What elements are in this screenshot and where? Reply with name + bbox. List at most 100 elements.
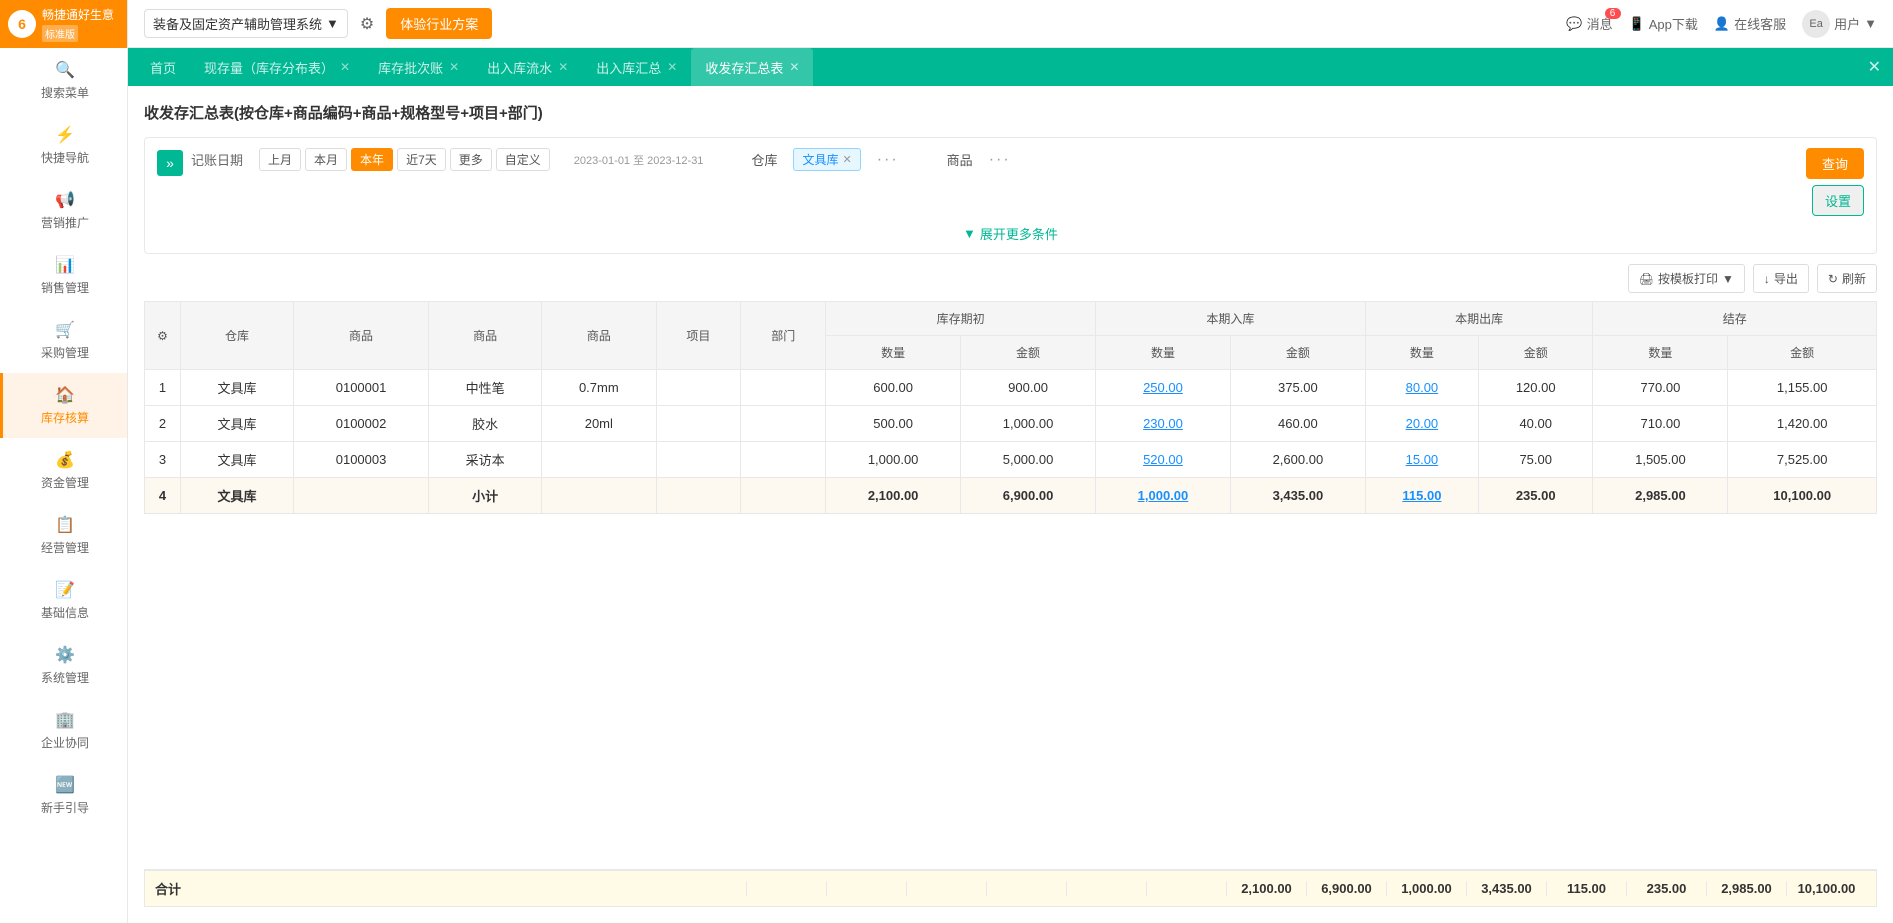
app-download-item[interactable]: 📱 App下载 (1629, 14, 1698, 33)
warehouse-tag[interactable]: 文具库 ✕ (793, 148, 860, 171)
row2-out-qty[interactable]: 20.00 (1365, 406, 1478, 442)
row3-warehouse: 文具库 (181, 442, 294, 478)
system-selector[interactable]: 装备及固定资产辅助管理系统 ▼ (144, 9, 348, 38)
sidebar-item-enterprise[interactable]: 🏢 企业协同 (0, 698, 127, 763)
date-btn-7days[interactable]: 近7天 (397, 148, 446, 171)
row1-in-qty[interactable]: 250.00 (1096, 370, 1231, 406)
tab-summary-close[interactable]: ✕ (667, 60, 677, 74)
col-project-header: 项目 (656, 302, 741, 370)
sidebar-item-marketing[interactable]: 📢 营销推广 (0, 178, 127, 243)
row2-init-amt: 1,000.00 (961, 406, 1096, 442)
marketing-icon: 📢 (55, 190, 75, 210)
warehouse-label: 仓库 (751, 150, 777, 169)
date-buttons: 上月 本月 本年 近7天 更多 自定义 (259, 148, 550, 171)
logo-text: 畅捷通好生意 (42, 6, 114, 23)
close-all-tabs[interactable]: ✕ (1864, 53, 1885, 81)
settings-button[interactable]: 设置 (1812, 185, 1864, 216)
row3-out-qty[interactable]: 15.00 (1365, 442, 1478, 478)
tab-inventory-dist-label: 现存量（库存分布表） (204, 58, 334, 77)
sidebar-item-quick[interactable]: ⚡ 快捷导航 (0, 113, 127, 178)
tab-flow-close[interactable]: ✕ (558, 60, 568, 74)
row1-dept (741, 370, 826, 406)
date-btn-last-month[interactable]: 上月 (259, 148, 301, 171)
table-body: 1 文具库 0100001 中性笔 0.7mm 600.00 900.00 25… (145, 370, 1877, 514)
warehouse-more-btn[interactable]: ··· (877, 151, 899, 169)
tab-flow[interactable]: 出入库流水 ✕ (473, 48, 582, 86)
total-out-qty: 115.00 (1546, 881, 1626, 896)
date-btn-this-month[interactable]: 本月 (305, 148, 347, 171)
print-btn[interactable]: 🖨 按模板打印 ▼ (1628, 264, 1745, 293)
online-service-item[interactable]: 👤 在线客服 (1714, 14, 1786, 33)
row3-dept (741, 442, 826, 478)
row1-bal-qty: 770.00 (1593, 370, 1728, 406)
row1-index: 1 (145, 370, 181, 406)
sidebar-item-basic[interactable]: 📝 基础信息 (0, 568, 127, 633)
subtotal-row: 4 文具库 小计 2,100.00 6,900.00 1,000.00 3,43… (145, 478, 1877, 514)
tab-batch-close[interactable]: ✕ (449, 60, 459, 74)
header-right: 💬 消息 6 📱 App下载 👤 在线客服 Ea 用户 ▼ (1566, 10, 1877, 38)
row1-out-amt: 120.00 (1478, 370, 1592, 406)
sidebar: 6 畅捷通好生意 标准版 🔍 搜索菜单 ⚡ 快捷导航 📢 营销推广 📊 销售管理… (0, 0, 128, 923)
row2-in-qty[interactable]: 230.00 (1096, 406, 1231, 442)
sidebar-item-system[interactable]: ⚙️ 系统管理 (0, 633, 127, 698)
tab-summary[interactable]: 出入库汇总 ✕ (582, 48, 691, 86)
expand-more-btn[interactable]: ▼ 展开更多条件 (963, 224, 1058, 243)
row1-out-qty[interactable]: 80.00 (1365, 370, 1478, 406)
tab-inventory-dist[interactable]: 现存量（库存分布表） ✕ (190, 48, 364, 86)
sidebar-item-guide[interactable]: 🆕 新手引导 (0, 763, 127, 828)
tab-recv-send[interactable]: 收发存汇总表 ✕ (691, 48, 813, 86)
message-item[interactable]: 💬 消息 6 (1566, 14, 1612, 33)
tab-home[interactable]: 首页 (136, 48, 190, 86)
sidebar-item-purchase[interactable]: 🛒 采购管理 (0, 308, 127, 373)
sidebar-item-finance[interactable]: 💰 资金管理 (0, 438, 127, 503)
date-btn-this-year[interactable]: 本年 (351, 148, 393, 171)
col-spec-header: 商品 (542, 302, 656, 370)
settings-icon[interactable]: ⚙ (360, 14, 374, 34)
product-more-btn[interactable]: ··· (989, 151, 1011, 169)
date-btn-custom[interactable]: 自定义 (496, 148, 550, 171)
subtotal-in-qty[interactable]: 1,000.00 (1096, 478, 1231, 514)
date-btn-more[interactable]: 更多 (450, 148, 492, 171)
product-label: 商品 (947, 150, 973, 169)
sidebar-label-sales: 销售管理 (41, 279, 89, 296)
row3-in-amt: 2,600.00 (1230, 442, 1365, 478)
row3-index: 3 (145, 442, 181, 478)
subtotal-out-qty[interactable]: 115.00 (1365, 478, 1478, 514)
user-item[interactable]: Ea 用户 ▼ (1802, 10, 1877, 38)
subtotal-init-qty: 2,100.00 (826, 478, 961, 514)
sidebar-item-operation[interactable]: 📋 经营管理 (0, 503, 127, 568)
col-name-header: 商品 (429, 302, 542, 370)
tab-batch[interactable]: 库存批次账 ✕ (364, 48, 473, 86)
row2-index: 2 (145, 406, 181, 442)
subtotal-index: 4 (145, 478, 181, 514)
export-btn[interactable]: ↓ 导出 (1753, 264, 1809, 293)
header-row-1: ⚙ 仓库 商品 商品 商品 项目 部门 库存期初 本期入库 本期出库 结存 (145, 302, 1877, 336)
col-bal-qty: 数量 (1593, 336, 1728, 370)
total-spacer5 (1066, 881, 1146, 896)
tab-recv-send-close[interactable]: ✕ (789, 60, 799, 74)
sidebar-item-inventory[interactable]: 🏠 库存核算 (0, 373, 127, 438)
chevron-down-print-icon: ▼ (1722, 272, 1734, 286)
experience-button[interactable]: 体验行业方案 (386, 8, 492, 39)
col-init-amt: 金额 (961, 336, 1096, 370)
sidebar-item-search[interactable]: 🔍 搜索菜单 (0, 48, 127, 113)
col-balance-header: 结存 (1593, 302, 1877, 336)
subtotal-in-amt: 3,435.00 (1230, 478, 1365, 514)
user-label: 用户 (1834, 14, 1860, 33)
refresh-btn[interactable]: ↻ 刷新 (1817, 264, 1877, 293)
inventory-icon: 🏠 (55, 385, 75, 405)
row3-in-qty[interactable]: 520.00 (1096, 442, 1231, 478)
guide-icon: 🆕 (55, 775, 75, 795)
row1-init-qty: 600.00 (826, 370, 961, 406)
tab-inventory-dist-close[interactable]: ✕ (340, 60, 350, 74)
top-header: 装备及固定资产辅助管理系统 ▼ ⚙ 体验行业方案 💬 消息 6 📱 App下载 … (128, 0, 1893, 48)
row1-name: 中性笔 (429, 370, 542, 406)
sidebar-label-enterprise: 企业协同 (41, 734, 89, 751)
col-stock-in-header: 本期入库 (1096, 302, 1366, 336)
row3-bal-amt: 7,525.00 (1728, 442, 1877, 478)
filter-toggle-btn[interactable]: » (157, 150, 183, 176)
sidebar-label-inventory: 库存核算 (41, 409, 89, 426)
warehouse-tag-close[interactable]: ✕ (842, 153, 851, 166)
sidebar-item-sales[interactable]: 📊 销售管理 (0, 243, 127, 308)
query-button[interactable]: 查询 (1806, 148, 1864, 179)
